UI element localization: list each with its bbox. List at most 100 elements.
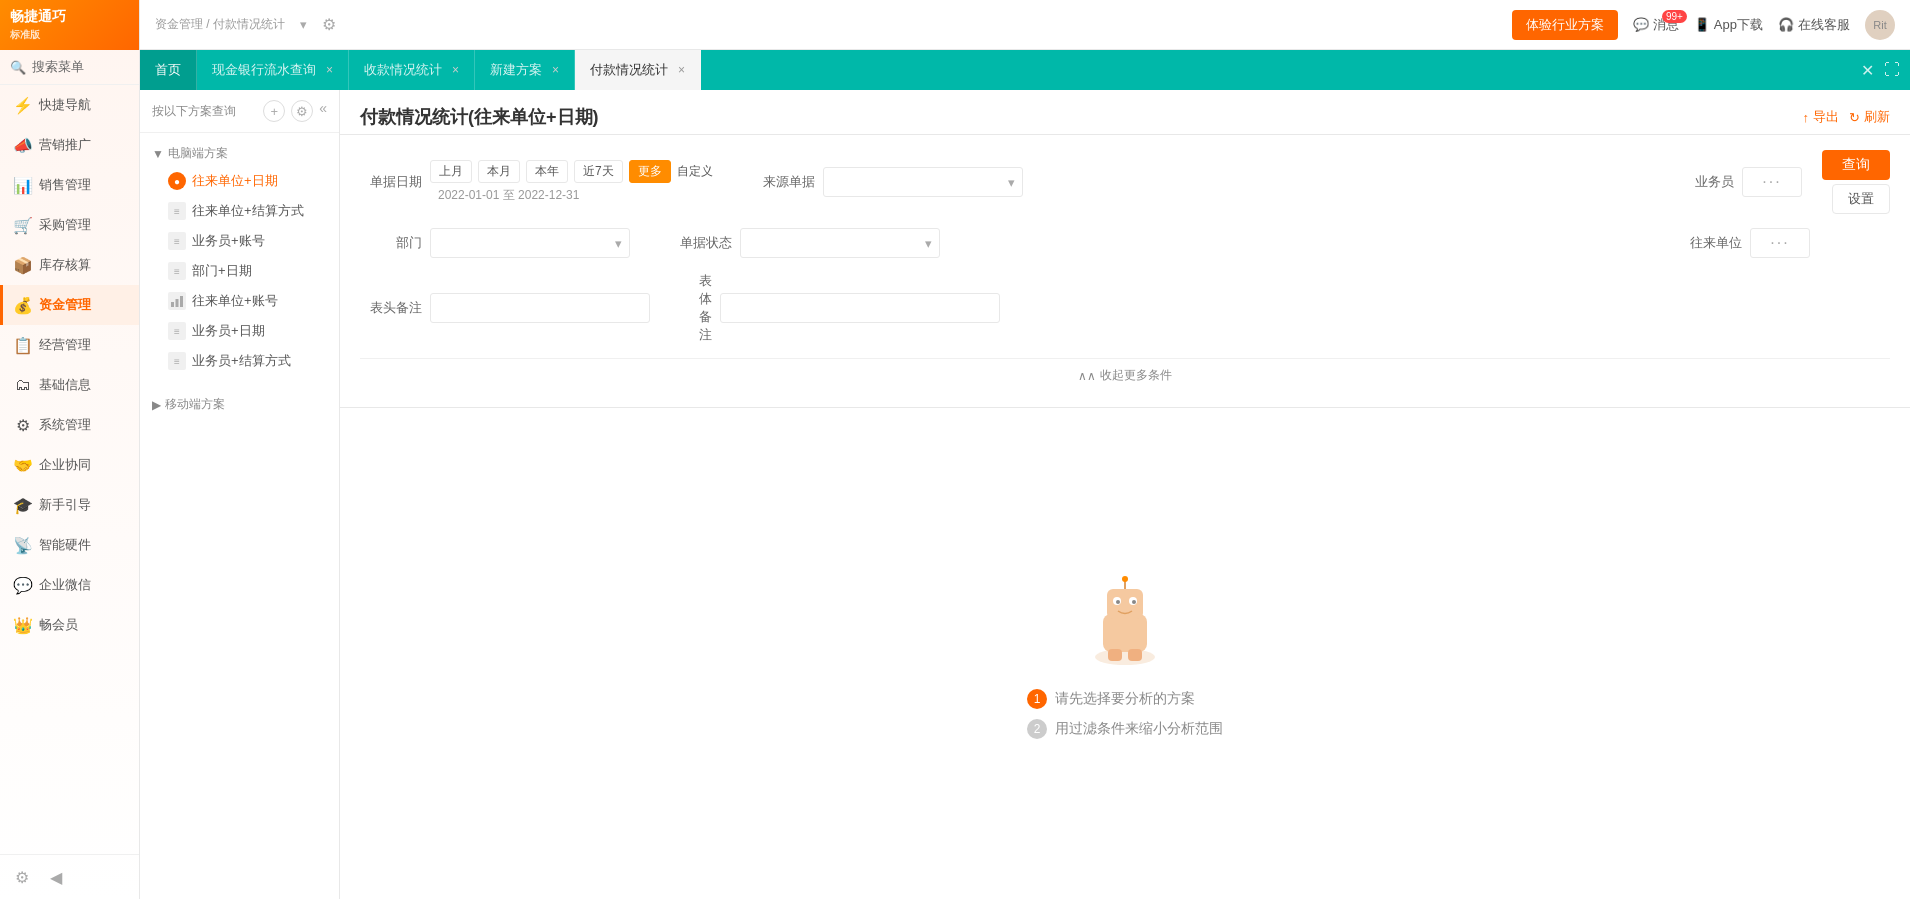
scheme-item-salesman-account[interactable]: ≡ 业务员+账号 xyxy=(140,226,339,256)
scheme-item-contact-account[interactable]: 往来单位+账号 xyxy=(140,286,339,316)
svg-rect-5 xyxy=(1107,589,1143,619)
search-menu[interactable]: 🔍 搜索菜单 xyxy=(0,50,139,85)
refresh-label: 刷新 xyxy=(1864,108,1890,126)
source-select[interactable] xyxy=(823,167,1023,197)
sidebar-item-finance[interactable]: 💰 资金管理 xyxy=(0,285,139,325)
scheme-item-salesman-date[interactable]: ≡ 业务员+日期 xyxy=(140,316,339,346)
this-month-btn[interactable]: 本月 xyxy=(478,160,520,183)
svg-point-11 xyxy=(1132,600,1136,604)
trial-btn[interactable]: 体验行业方案 xyxy=(1512,10,1618,40)
topbar-settings-icon[interactable]: ⚙ xyxy=(322,15,336,34)
last-month-btn[interactable]: 上月 xyxy=(430,160,472,183)
tab-new-scheme[interactable]: 新建方案 × xyxy=(475,50,575,90)
collapse-filter-btn[interactable]: ∧∧ 收起更多条件 xyxy=(360,358,1890,392)
desktop-group-title[interactable]: ▼ 电脑端方案 xyxy=(140,141,339,166)
sidebar-item-inventory[interactable]: 📦 库存核算 xyxy=(0,245,139,285)
sidebar-item-newbie[interactable]: 🎓 新手引导 xyxy=(0,485,139,525)
svg-point-7 xyxy=(1122,576,1128,582)
add-scheme-btn[interactable]: + xyxy=(263,100,285,122)
message-badge[interactable]: 💬 消息 99+ xyxy=(1633,16,1679,34)
scheme-item-contact-settle[interactable]: ≡ 往来单位+结算方式 xyxy=(140,196,339,226)
more-date-btn[interactable]: 更多 xyxy=(629,160,671,183)
svg-rect-1 xyxy=(176,299,179,307)
scheme-icon-contact-settle: ≡ xyxy=(168,202,186,220)
scheme-icon-contact-account xyxy=(168,292,186,310)
operation-icon: 📋 xyxy=(13,335,33,355)
salesman-select-btn[interactable]: ··· xyxy=(1742,167,1802,197)
sidebar-item-wechat[interactable]: 💬 企业微信 xyxy=(0,565,139,605)
tab-payment-stat[interactable]: 付款情况统计 × xyxy=(575,50,701,90)
scheme-item-contact-date[interactable]: ● 往来单位+日期 xyxy=(140,166,339,196)
query-area: 查询 设置 xyxy=(1802,150,1890,214)
tab-payment-stat-close[interactable]: × xyxy=(678,63,685,77)
sidebar-item-smart-hw[interactable]: 📡 智能硬件 xyxy=(0,525,139,565)
sidebar-item-system[interactable]: ⚙ 系统管理 xyxy=(0,405,139,445)
service-label: 在线客服 xyxy=(1798,16,1850,34)
svg-rect-4 xyxy=(1103,614,1147,652)
breadcrumb: 资金管理 / 付款情况统计 xyxy=(155,16,285,33)
scheme-item-label: 往来单位+账号 xyxy=(192,292,278,310)
app-download-link[interactable]: 📱 App下载 xyxy=(1694,16,1763,34)
sidebar-item-purchase[interactable]: 🛒 采购管理 xyxy=(0,205,139,245)
customer-service-link[interactable]: 🎧 在线客服 xyxy=(1778,16,1850,34)
refresh-btn[interactable]: ↻ 刷新 xyxy=(1849,108,1890,126)
sidebar-item-label: 销售管理 xyxy=(39,176,91,194)
scheme-item-label: 业务员+日期 xyxy=(192,322,265,340)
sidebar-item-sales[interactable]: 📊 销售管理 xyxy=(0,165,139,205)
quick-nav-icon: ⚡ xyxy=(13,95,33,115)
sidebar-item-label: 畅会员 xyxy=(39,616,78,634)
tab-bank-flow[interactable]: 现金银行流水查询 × xyxy=(197,50,349,90)
scheme-item-label: 业务员+结算方式 xyxy=(192,352,291,370)
sidebar-item-quick-nav[interactable]: ⚡ 快捷导航 xyxy=(0,85,139,125)
newbie-icon: 🎓 xyxy=(13,495,33,515)
empty-state: 1 请先选择要分析的方案 2 用过滤条件来缩小分析范围 xyxy=(340,408,1910,899)
topbar-right: 💬 消息 99+ 📱 App下载 🎧 在线客服 Rit xyxy=(1633,10,1895,40)
scheme-settings-btn[interactable]: ⚙ xyxy=(291,100,313,122)
doc-status-select[interactable] xyxy=(740,228,940,258)
sidebar-item-basic[interactable]: 🗂 基础信息 xyxy=(0,365,139,405)
collapse-sidebar-btn[interactable]: ◀ xyxy=(44,865,68,889)
tab-bank-flow-label: 现金银行流水查询 xyxy=(212,61,316,79)
logo-subtitle: 标准版 xyxy=(10,28,66,42)
last-7-btn[interactable]: 近7天 xyxy=(574,160,623,183)
tab-home[interactable]: 首页 xyxy=(140,50,197,90)
scheme-item-dept-date[interactable]: ≡ 部门+日期 xyxy=(140,256,339,286)
settings-bottom-btn[interactable]: ⚙ xyxy=(10,865,34,889)
tab-new-scheme-close[interactable]: × xyxy=(552,63,559,77)
source-select-wrap xyxy=(823,167,1023,197)
mobile-group-title[interactable]: ▶ 移动端方案 xyxy=(140,392,339,417)
collapse-left-panel-btn[interactable]: « xyxy=(319,100,327,122)
filter-row-2: 部门 单据状态 xyxy=(360,228,1890,258)
scheme-item-salesman-settle[interactable]: ≡ 业务员+结算方式 xyxy=(140,346,339,376)
sidebar-item-marketing[interactable]: 📣 营销推广 xyxy=(0,125,139,165)
scheme-icon-salesman-settle: ≡ xyxy=(168,352,186,370)
tab-collection[interactable]: 收款情况统计 × xyxy=(349,50,475,90)
tab-collection-close[interactable]: × xyxy=(452,63,459,77)
sidebar-item-label: 企业协同 xyxy=(39,456,91,474)
this-year-btn[interactable]: 本年 xyxy=(526,160,568,183)
settings-btn[interactable]: 设置 xyxy=(1832,184,1890,214)
page-title: 付款情况统计(往来单位+日期) xyxy=(360,105,599,129)
sidebar-item-member[interactable]: 👑 畅会员 xyxy=(0,605,139,645)
export-btn[interactable]: ↑ 导出 xyxy=(1803,108,1840,126)
avatar[interactable]: Rit xyxy=(1865,10,1895,40)
header-note-input[interactable] xyxy=(430,293,650,323)
sidebar-item-label: 新手引导 xyxy=(39,496,91,514)
sidebar-item-operation[interactable]: 📋 经营管理 xyxy=(0,325,139,365)
dept-select[interactable] xyxy=(430,228,630,258)
sidebar-item-label: 采购管理 xyxy=(39,216,91,234)
tab-fullscreen-icon[interactable]: ⛶ xyxy=(1884,61,1900,79)
dept-select-wrap xyxy=(430,228,630,258)
tab-bank-flow-close[interactable]: × xyxy=(326,63,333,77)
contact-select-btn[interactable]: ··· xyxy=(1750,228,1810,258)
scheme-item-label: 部门+日期 xyxy=(192,262,252,280)
step-2-label: 用过滤条件来缩小分析范围 xyxy=(1055,720,1223,738)
contact-label: 往来单位 xyxy=(1680,234,1750,252)
sidebar-item-enterprise[interactable]: 🤝 企业协同 xyxy=(0,445,139,485)
query-btn[interactable]: 查询 xyxy=(1822,150,1890,180)
sidebar-item-label: 快捷导航 xyxy=(39,96,91,114)
body-note-input[interactable] xyxy=(720,293,1000,323)
tab-close-all-icon[interactable]: ✕ xyxy=(1861,61,1874,80)
dropdown-icon[interactable]: ▾ xyxy=(300,17,307,32)
desktop-group-chevron: ▼ xyxy=(152,147,164,161)
